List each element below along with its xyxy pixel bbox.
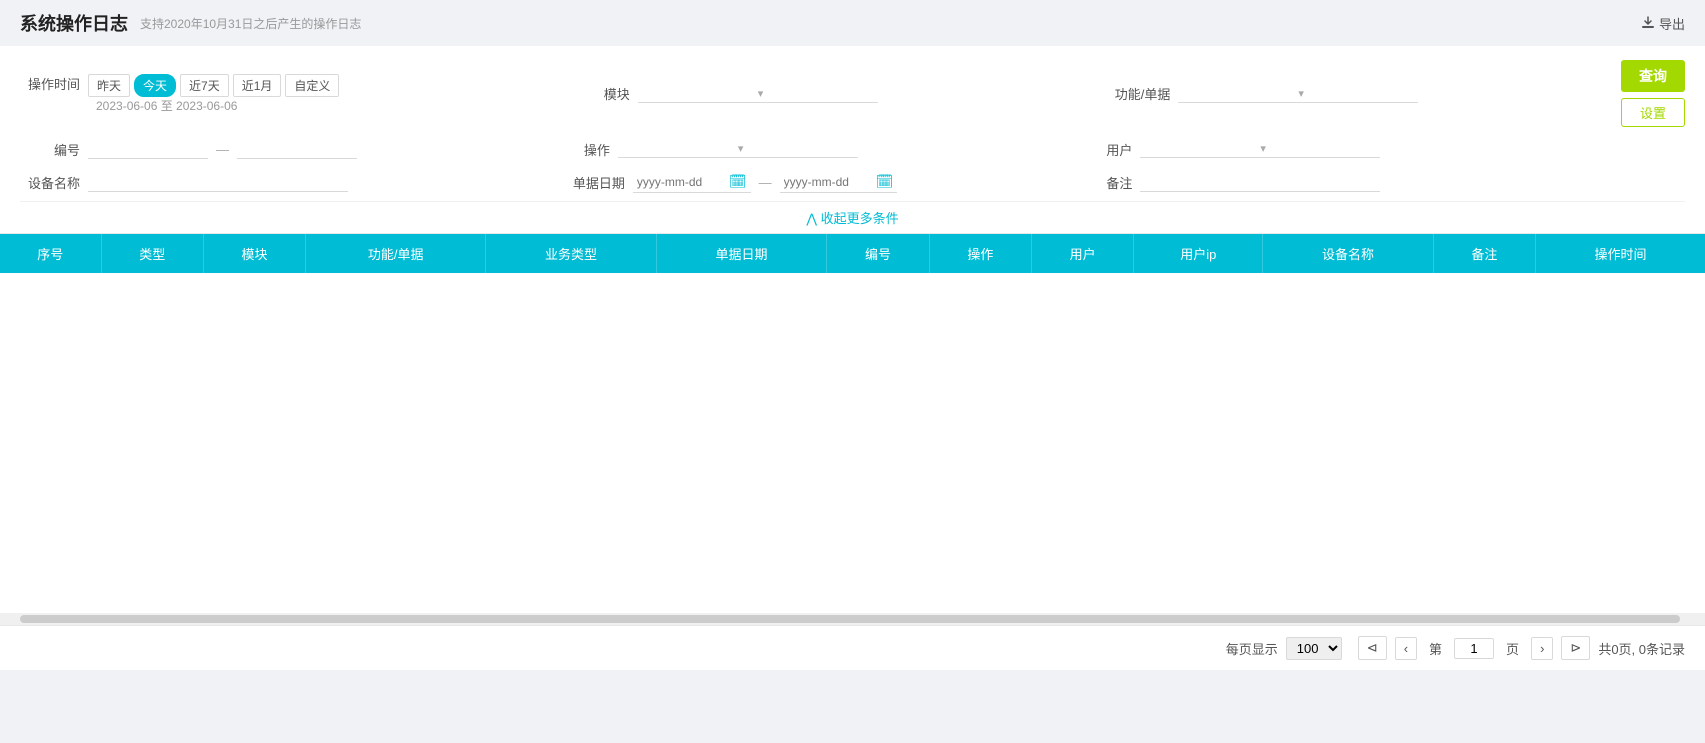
query-button[interactable]: 查询 <box>1621 60 1685 92</box>
collapse-label: 收起更多条件 <box>821 211 899 226</box>
serial-from-input[interactable] <box>88 139 208 159</box>
time-label: 操作时间 <box>20 74 80 93</box>
page-header: 系统操作日志 支持2020年10月31日之后产生的操作日志 导出 <box>0 0 1705 46</box>
col-function: 功能/单据 <box>306 234 486 273</box>
remark-label: 备注 <box>1072 173 1132 192</box>
action-buttons: 查询 设置 <box>1621 60 1685 127</box>
scrollbar-thumb <box>20 615 1680 623</box>
filter-area: 操作时间 昨天 今天 近7天 近1月 自定义 2023-06-06 至 2023… <box>0 46 1705 234</box>
calendar-from-icon[interactable]: 🗓 <box>729 173 747 190</box>
operation-label: 操作 <box>570 140 610 159</box>
module-arrow-icon: ▾ <box>758 87 874 100</box>
col-optime: 操作时间 <box>1536 234 1705 273</box>
collapse-bar[interactable]: ⋀ 收起更多条件 <box>20 201 1685 233</box>
date-dash: — <box>759 175 772 190</box>
filter-row-1: 操作时间 昨天 今天 近7天 近1月 自定义 2023-06-06 至 2023… <box>20 60 1685 127</box>
col-user: 用户 <box>1032 234 1134 273</box>
time-buttons: 昨天 今天 近7天 近1月 自定义 <box>88 74 339 97</box>
first-page-button[interactable]: ⊲ <box>1358 636 1387 660</box>
calendar-to-icon[interactable]: 🗓 <box>876 173 894 190</box>
time-range: 2023-06-06 至 2023-06-06 <box>96 97 339 114</box>
table-header-row: 序号 类型 模块 功能/单据 业务类型 单据日期 编号 操作 用户 用户ip 设… <box>0 234 1705 273</box>
empty-area <box>0 273 1705 613</box>
user-select[interactable]: ▾ <box>1140 140 1380 158</box>
col-device: 设备名称 <box>1263 234 1434 273</box>
operation-arrow-icon: ▾ <box>738 142 854 155</box>
table-container: 序号 类型 模块 功能/单据 业务类型 单据日期 编号 操作 用户 用户ip 设… <box>0 234 1705 273</box>
col-userip: 用户ip <box>1134 234 1263 273</box>
data-table: 序号 类型 模块 功能/单据 业务类型 单据日期 编号 操作 用户 用户ip 设… <box>0 234 1705 273</box>
per-page-label: 每页显示 <box>1226 639 1278 658</box>
function-label: 功能/单据 <box>1110 84 1170 103</box>
time-btn-custom[interactable]: 自定义 <box>285 74 339 97</box>
date-from-input[interactable] <box>637 175 727 189</box>
module-select[interactable]: ▾ <box>638 85 878 103</box>
collapse-icon: ⋀ <box>806 211 817 226</box>
device-label: 设备名称 <box>20 173 80 192</box>
filter-row-2: 编号 — 操作 ▾ 用户 ▾ <box>20 139 1685 159</box>
filter-row-3: 设备名称 单据日期 🗓 — 🗓 备注 <box>20 171 1685 193</box>
pagination-bar: 每页显示 100 50 200 ⊲ ‹ 第 页 › ⊳ 共0页, 0条记录 <box>0 625 1705 670</box>
date-to-wrap: 🗓 <box>780 171 898 193</box>
time-btn-7days[interactable]: 近7天 <box>180 74 229 97</box>
module-label: 模块 <box>590 84 630 103</box>
function-select[interactable]: ▾ <box>1178 85 1418 103</box>
date-label: 单据日期 <box>570 173 625 192</box>
next-page-button[interactable]: › <box>1531 637 1553 660</box>
total-label: 共0页, 0条记录 <box>1598 639 1685 658</box>
time-btn-1month[interactable]: 近1月 <box>233 74 282 97</box>
last-page-button[interactable]: ⊳ <box>1561 636 1590 660</box>
scrollbar-area[interactable] <box>0 613 1705 625</box>
table-header: 序号 类型 模块 功能/单据 业务类型 单据日期 编号 操作 用户 用户ip 设… <box>0 234 1705 273</box>
settings-button[interactable]: 设置 <box>1621 98 1685 127</box>
remark-input[interactable] <box>1140 172 1380 192</box>
device-input[interactable] <box>88 172 348 192</box>
per-page-select[interactable]: 100 50 200 <box>1286 637 1342 660</box>
page-input[interactable] <box>1454 638 1494 659</box>
serial-label: 编号 <box>20 140 80 159</box>
col-type: 类型 <box>101 234 203 273</box>
col-operation: 操作 <box>929 234 1031 273</box>
col-serial: 序号 <box>0 234 101 273</box>
page-label: 第 <box>1429 639 1442 658</box>
time-btn-yesterday[interactable]: 昨天 <box>88 74 130 97</box>
col-module: 模块 <box>203 234 305 273</box>
function-arrow-icon: ▾ <box>1298 87 1414 100</box>
col-biztype: 业务类型 <box>486 234 657 273</box>
time-btn-today[interactable]: 今天 <box>134 74 176 97</box>
page-unit: 页 <box>1506 639 1519 658</box>
user-arrow-icon: ▾ <box>1260 142 1376 155</box>
date-to-input[interactable] <box>784 175 874 189</box>
operation-select[interactable]: ▾ <box>618 140 858 158</box>
serial-dash: — <box>216 142 229 157</box>
page-title: 系统操作日志 <box>20 10 128 36</box>
date-from-wrap: 🗓 <box>633 171 751 193</box>
export-icon <box>1641 16 1655 30</box>
user-label: 用户 <box>1072 140 1132 159</box>
serial-to-input[interactable] <box>237 139 357 159</box>
prev-page-button[interactable]: ‹ <box>1395 637 1417 660</box>
export-button[interactable]: 导出 <box>1641 14 1685 33</box>
col-number: 编号 <box>827 234 929 273</box>
col-date: 单据日期 <box>656 234 827 273</box>
page-subtitle: 支持2020年10月31日之后产生的操作日志 <box>140 15 361 32</box>
col-remark: 备注 <box>1433 234 1535 273</box>
